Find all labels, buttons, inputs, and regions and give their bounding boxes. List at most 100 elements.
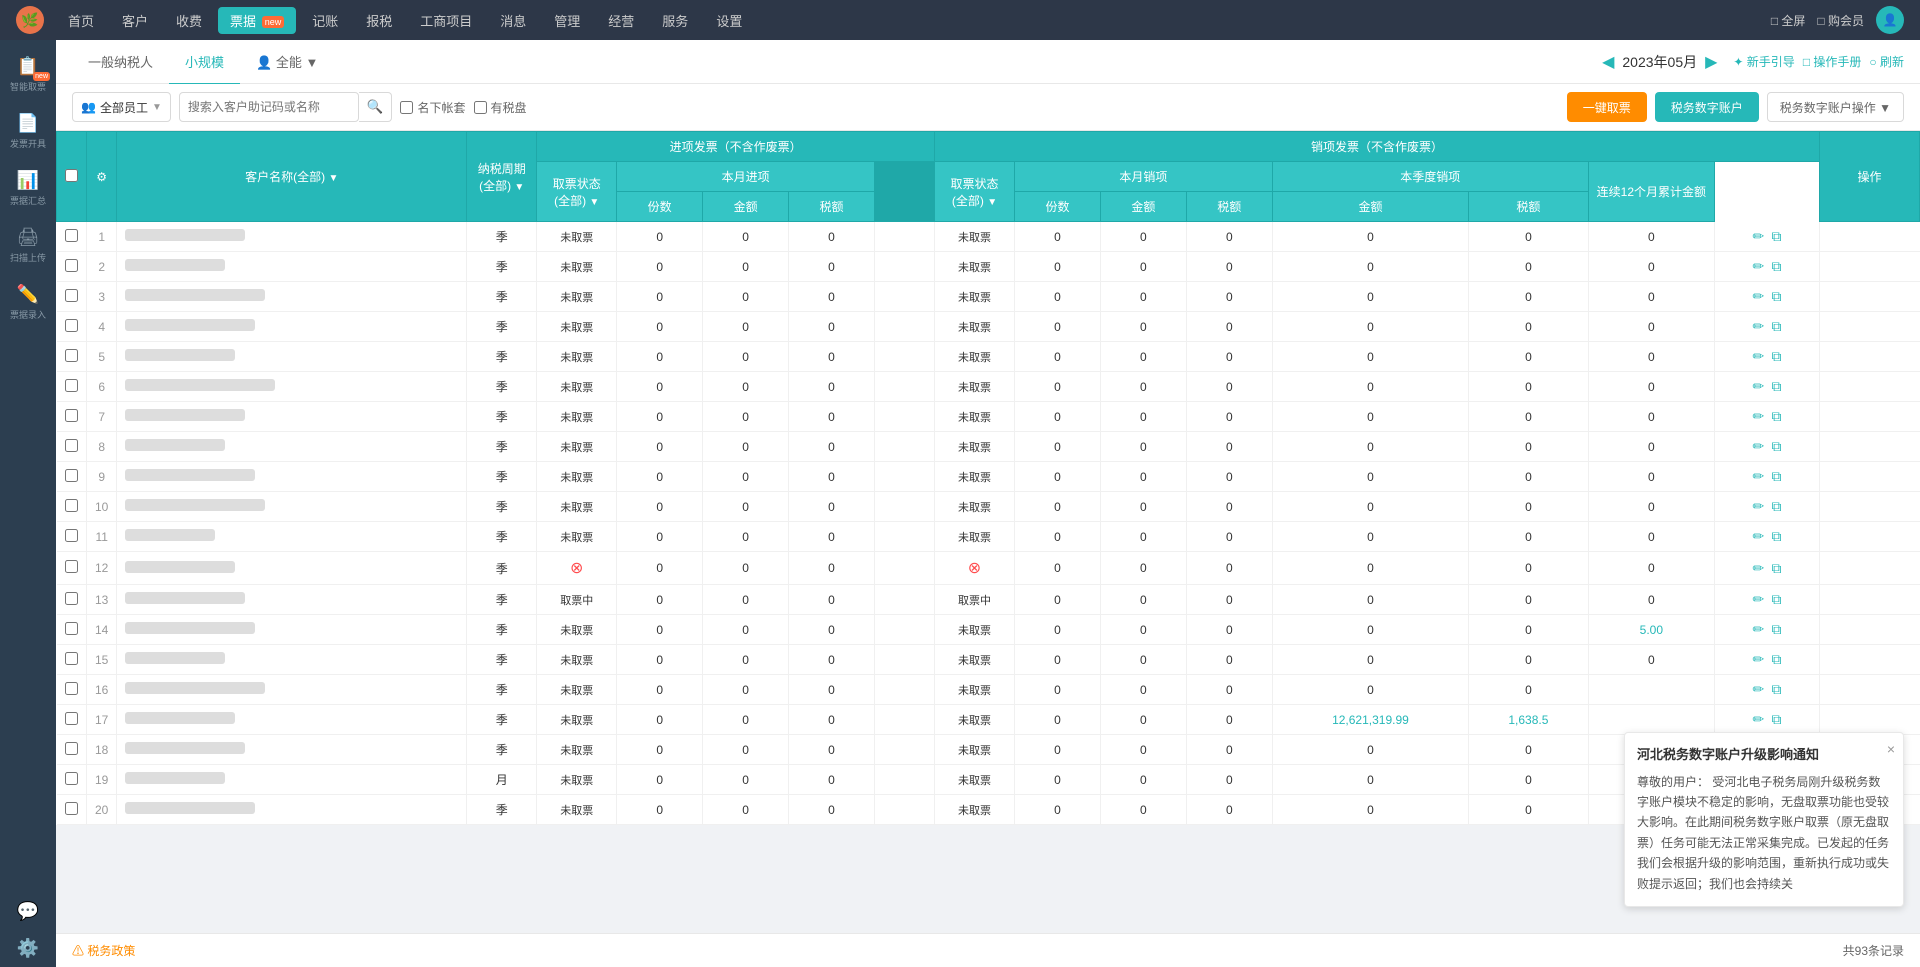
header-out-status[interactable]: 取票状态(全部) ▼: [934, 162, 1014, 222]
row-checkbox[interactable]: [65, 319, 78, 332]
sidebar-item-summary[interactable]: 📊 票据汇总: [0, 162, 56, 215]
tax-disk-checkbox[interactable]: [474, 101, 487, 114]
tax-policy-link[interactable]: ⚠ 税务政策: [72, 942, 135, 959]
checkbox-accounts[interactable]: 名下帐套: [400, 99, 465, 116]
fullscreen-btn[interactable]: □ 全屏: [1771, 12, 1806, 29]
nav-billing[interactable]: 收费: [164, 7, 214, 34]
copy-icon[interactable]: ⧉: [1772, 438, 1782, 454]
refresh-btn[interactable]: ○ 刷新: [1869, 53, 1904, 70]
copy-icon[interactable]: ⧉: [1772, 288, 1782, 304]
guide-btn[interactable]: ✦ 新手引导: [1733, 53, 1794, 70]
edit-icon[interactable]: ✏: [1752, 408, 1764, 424]
copy-icon[interactable]: ⧉: [1772, 258, 1782, 274]
sidebar-item-smart-invoice[interactable]: 📋 智能取票 new: [0, 48, 56, 101]
header-in-status[interactable]: 取票状态(全部) ▼: [537, 162, 617, 222]
employee-filter[interactable]: 👥 全部员工 ▼: [72, 92, 171, 122]
tab-all[interactable]: 👤 全能 ▼: [240, 40, 334, 85]
sidebar-item-open-invoice[interactable]: 📄 发票开具: [0, 105, 56, 158]
nav-home[interactable]: 首页: [56, 7, 106, 34]
search-input[interactable]: [179, 92, 359, 122]
copy-icon[interactable]: ⧉: [1772, 348, 1782, 364]
row-checkbox[interactable]: [65, 652, 78, 665]
edit-icon[interactable]: ✏: [1752, 468, 1764, 484]
copy-icon[interactable]: ⧉: [1772, 318, 1782, 334]
row-checkbox[interactable]: [65, 592, 78, 605]
next-month-btn[interactable]: ▶: [1705, 52, 1717, 72]
copy-icon[interactable]: ⧉: [1772, 591, 1782, 607]
sidebar-item-gear[interactable]: ⚙️: [13, 930, 43, 967]
copy-icon[interactable]: ⧉: [1772, 408, 1782, 424]
accounts-checkbox[interactable]: [400, 101, 413, 114]
edit-icon[interactable]: ✏: [1752, 498, 1764, 514]
header-client-name[interactable]: 客户名称(全部) ▼: [117, 132, 467, 222]
row-checkbox[interactable]: [65, 409, 78, 422]
tab-small-scale[interactable]: 小规模: [169, 40, 240, 85]
row-checkbox[interactable]: [65, 229, 78, 242]
digital-account-op-btn[interactable]: 税务数字账户操作 ▼: [1767, 92, 1904, 122]
header-tax-period[interactable]: 纳税周期(全部) ▼: [467, 132, 537, 222]
one-click-btn[interactable]: 一键取票: [1567, 92, 1647, 122]
edit-icon[interactable]: ✏: [1752, 318, 1764, 334]
row-checkbox[interactable]: [65, 529, 78, 542]
edit-icon[interactable]: ✏: [1752, 651, 1764, 667]
copy-icon[interactable]: ⧉: [1772, 681, 1782, 697]
edit-icon[interactable]: ✏: [1752, 528, 1764, 544]
sidebar-item-entry[interactable]: ✏️ 票据录入: [0, 276, 56, 329]
row-checkbox[interactable]: [65, 259, 78, 272]
select-all-checkbox[interactable]: [65, 169, 78, 182]
tab-general-taxpayer[interactable]: 一般纳税人: [72, 40, 169, 85]
edit-icon[interactable]: ✏: [1752, 621, 1764, 637]
row-checkbox[interactable]: [65, 469, 78, 482]
row-checkbox[interactable]: [65, 742, 78, 755]
nav-invoice[interactable]: 票据 new: [218, 7, 296, 34]
edit-icon[interactable]: ✏: [1752, 258, 1764, 274]
edit-icon[interactable]: ✏: [1752, 228, 1764, 244]
prev-month-btn[interactable]: ◀: [1602, 52, 1614, 72]
row-checkbox[interactable]: [65, 802, 78, 815]
edit-icon[interactable]: ✏: [1752, 438, 1764, 454]
nav-management[interactable]: 管理: [542, 7, 592, 34]
row-checkbox[interactable]: [65, 560, 78, 573]
nav-accounting[interactable]: 记账: [300, 7, 350, 34]
row-checkbox[interactable]: [65, 499, 78, 512]
edit-icon[interactable]: ✏: [1752, 288, 1764, 304]
nav-settings[interactable]: 设置: [704, 7, 754, 34]
sidebar-item-scan[interactable]: 🖨 扫描上传: [0, 219, 56, 272]
notification-close-btn[interactable]: ×: [1887, 741, 1895, 757]
edit-icon[interactable]: ✏: [1752, 711, 1764, 727]
row-checkbox[interactable]: [65, 379, 78, 392]
nav-message[interactable]: 消息: [488, 7, 538, 34]
copy-icon[interactable]: ⧉: [1772, 498, 1782, 514]
vip-btn[interactable]: □ 购会员: [1817, 12, 1864, 29]
copy-icon[interactable]: ⧉: [1772, 621, 1782, 637]
row-checkbox[interactable]: [65, 439, 78, 452]
nav-tax[interactable]: 报税: [354, 7, 404, 34]
row-checkbox[interactable]: [65, 682, 78, 695]
copy-icon[interactable]: ⧉: [1772, 378, 1782, 394]
copy-icon[interactable]: ⧉: [1772, 711, 1782, 727]
digital-account-btn[interactable]: 税务数字账户: [1655, 92, 1759, 122]
copy-icon[interactable]: ⧉: [1772, 651, 1782, 667]
copy-icon[interactable]: ⧉: [1772, 228, 1782, 244]
row-checkbox[interactable]: [65, 772, 78, 785]
edit-icon[interactable]: ✏: [1752, 348, 1764, 364]
search-button[interactable]: 🔍: [359, 92, 393, 122]
nav-operation[interactable]: 经营: [596, 7, 646, 34]
row-checkbox[interactable]: [65, 349, 78, 362]
copy-icon[interactable]: ⧉: [1772, 560, 1782, 576]
row-checkbox[interactable]: [65, 289, 78, 302]
nav-service[interactable]: 服务: [650, 7, 700, 34]
nav-business[interactable]: 工商项目: [408, 7, 484, 34]
edit-icon[interactable]: ✏: [1752, 560, 1764, 576]
copy-icon[interactable]: ⧉: [1772, 528, 1782, 544]
edit-icon[interactable]: ✏: [1752, 378, 1764, 394]
row-checkbox[interactable]: [65, 712, 78, 725]
user-avatar[interactable]: 👤: [1876, 6, 1904, 34]
manual-btn[interactable]: □ 操作手册: [1803, 53, 1862, 70]
checkbox-tax-disk[interactable]: 有税盘: [474, 99, 527, 116]
sidebar-item-chat[interactable]: 💬: [13, 893, 43, 930]
copy-icon[interactable]: ⧉: [1772, 468, 1782, 484]
nav-client[interactable]: 客户: [110, 7, 160, 34]
edit-icon[interactable]: ✏: [1752, 591, 1764, 607]
edit-icon[interactable]: ✏: [1752, 681, 1764, 697]
